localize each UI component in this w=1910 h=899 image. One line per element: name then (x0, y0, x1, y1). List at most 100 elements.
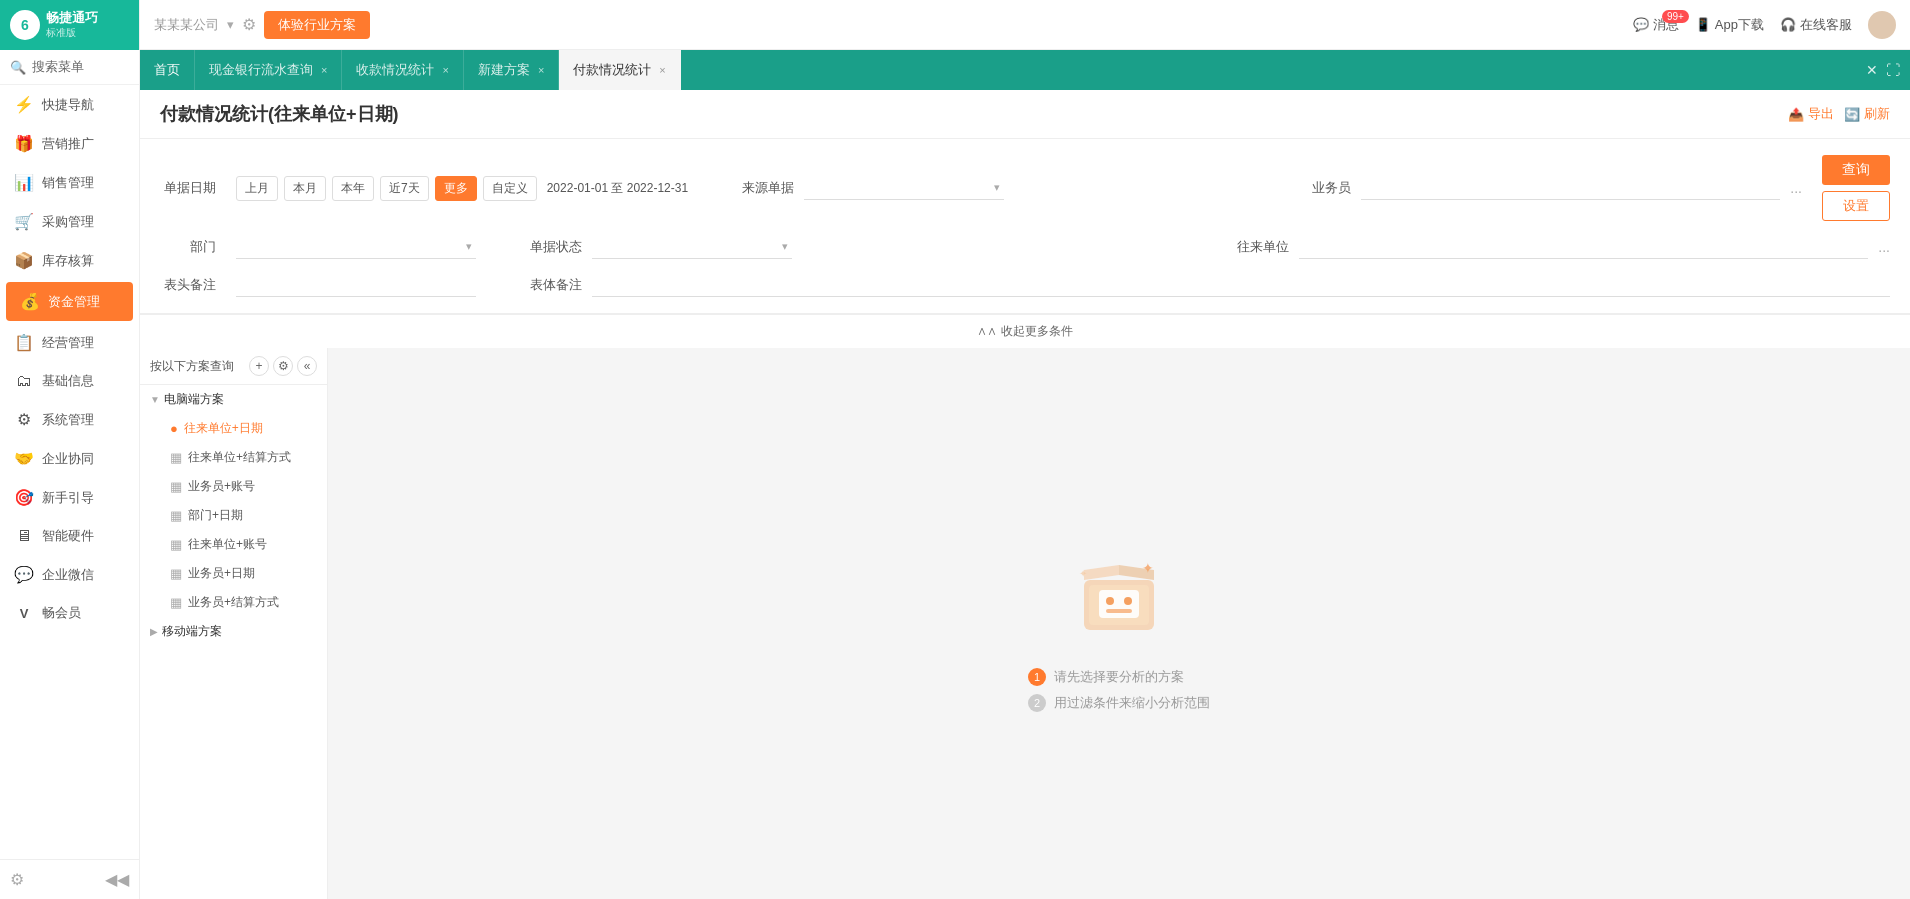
close-all-tabs-icon[interactable]: ✕ (1866, 62, 1878, 78)
salesman-ellipsis[interactable]: ... (1790, 180, 1802, 196)
scheme-item-counterpart-settle[interactable]: ▦ 往来单位+结算方式 (140, 443, 327, 472)
tab-bank-flow[interactable]: 现金银行流水查询 × (195, 50, 342, 90)
nav-icon-operations: 📋 (14, 333, 34, 352)
dept-select-wrapper: ▾ (236, 235, 476, 259)
counterpart-input[interactable] (1299, 235, 1868, 259)
logo-text-group: 畅捷通巧 标准版 (46, 10, 98, 41)
scheme-group-mobile[interactable]: ▶ 移动端方案 (140, 617, 327, 646)
industry-plan-button[interactable]: 体验行业方案 (264, 11, 370, 39)
tab-home[interactable]: 首页 (140, 50, 195, 90)
scheme-item-salesman-account[interactable]: ▦ 业务员+账号 (140, 472, 327, 501)
table-head-note-input[interactable] (236, 273, 476, 297)
refresh-button[interactable]: 🔄 刷新 (1844, 105, 1890, 123)
sidebar-search[interactable]: 🔍 搜索菜单 (0, 50, 139, 85)
sidebar-item-wechat[interactable]: 💬 企业微信 (0, 555, 139, 594)
export-button[interactable]: 📤 导出 (1788, 105, 1834, 123)
query-button[interactable]: 查询 (1822, 155, 1890, 185)
online-service-button[interactable]: 🎧 在线客服 (1780, 16, 1852, 34)
scheme-group-mobile-label: 移动端方案 (162, 623, 222, 640)
dropdown-icon[interactable]: ▾ (227, 17, 234, 32)
voucher-status-select[interactable] (592, 235, 792, 258)
nav-icon-quick: ⚡ (14, 95, 34, 114)
date-btn-custom[interactable]: 自定义 (483, 176, 537, 201)
collapse-icon: ∧∧ (977, 324, 997, 338)
dept-label: 部门 (160, 238, 216, 256)
source-voucher-select[interactable] (804, 176, 1004, 199)
sidebar-item-purchase[interactable]: 🛒 采购管理 (0, 202, 139, 241)
date-btn-7days[interactable]: 近7天 (380, 176, 429, 201)
tab-bank-flow-close[interactable]: × (321, 64, 327, 76)
nav-label-inventory: 库存核算 (42, 252, 94, 270)
scheme-item-label-counterpart-account: 往来单位+账号 (188, 536, 267, 553)
tab-bank-flow-label: 现金银行流水查询 (209, 61, 313, 79)
dept-select[interactable] (236, 235, 476, 258)
collapse-bar[interactable]: ∧∧ 收起更多条件 (140, 314, 1910, 348)
sidebar-item-basic-info[interactable]: 🗂 基础信息 (0, 362, 139, 400)
sidebar-nav: ⚡ 快捷导航 🎁 营销推广 📊 销售管理 🛒 采购管理 📦 库存核算 💰 资金管… (0, 85, 139, 859)
tip-num-1: 1 (1028, 668, 1046, 686)
topbar-settings-icon[interactable]: ⚙ (242, 15, 256, 34)
scheme-item-counterpart-account[interactable]: ▦ 往来单位+账号 (140, 530, 327, 559)
tip-text-1: 请先选择要分析的方案 (1054, 668, 1184, 686)
setting-button[interactable]: 设置 (1822, 191, 1890, 221)
scheme-settings-button[interactable]: ⚙ (273, 356, 293, 376)
empty-tip-2: 2 用过滤条件来缩小分析范围 (1028, 694, 1210, 712)
sidebar-item-member[interactable]: V 畅会员 (0, 594, 139, 632)
sidebar-item-sales[interactable]: 📊 销售管理 (0, 163, 139, 202)
nav-label-wechat: 企业微信 (42, 566, 94, 584)
search-icon: 🔍 (10, 60, 26, 75)
sidebar-item-system[interactable]: ⚙ 系统管理 (0, 400, 139, 439)
counterpart-ellipsis[interactable]: ... (1878, 239, 1890, 255)
scheme-item-label-counterpart-settle: 往来单位+结算方式 (188, 449, 291, 466)
content-area: 付款情况统计(往来单位+日期) 📤 导出 🔄 刷新 单据日期 上月 本月 (140, 90, 1910, 899)
sidebar-item-quick-nav[interactable]: ⚡ 快捷导航 (0, 85, 139, 124)
expand-tab-icon[interactable]: ⛶ (1886, 62, 1900, 78)
scheme-group-desktop[interactable]: ▼ 电脑端方案 (140, 385, 327, 414)
sidebar-item-marketing[interactable]: 🎁 营销推广 (0, 124, 139, 163)
nav-label-guide: 新手引导 (42, 489, 94, 507)
main-content-empty: ✦ ✦ 1 请先选择要分析的方案 2 用过滤条件来缩小分析范围 (328, 348, 1910, 899)
settings-icon[interactable]: ⚙ (10, 870, 24, 889)
sidebar-item-guide[interactable]: 🎯 新手引导 (0, 478, 139, 517)
scheme-group-arrow: ▼ (150, 394, 160, 405)
nav-icon-sales: 📊 (14, 173, 34, 192)
refresh-label: 刷新 (1864, 105, 1890, 123)
scheme-item-counterpart-date[interactable]: ● 往来单位+日期 (140, 414, 327, 443)
scheme-item-label-salesman-account: 业务员+账号 (188, 478, 255, 495)
nav-icon-finance: 💰 (20, 292, 40, 311)
date-btn-last-month[interactable]: 上月 (236, 176, 278, 201)
sidebar-item-operations[interactable]: 📋 经营管理 (0, 323, 139, 362)
sidebar-item-enterprise[interactable]: 🤝 企业协同 (0, 439, 139, 478)
date-btn-more[interactable]: 更多 (435, 176, 477, 201)
sidebar-item-inventory[interactable]: 📦 库存核算 (0, 241, 139, 280)
nav-label-system: 系统管理 (42, 411, 94, 429)
user-avatar[interactable] (1868, 11, 1896, 39)
scheme-item-salesman-settle[interactable]: ▦ 业务员+结算方式 (140, 588, 327, 617)
service-icon: 🎧 (1780, 17, 1796, 32)
collapse-scheme-button[interactable]: « (297, 356, 317, 376)
add-scheme-button[interactable]: + (249, 356, 269, 376)
tab-collection-close[interactable]: × (442, 64, 448, 76)
sidebar-item-finance[interactable]: 💰 资金管理 (6, 282, 133, 321)
scheme-header-buttons: + ⚙ « (249, 356, 317, 376)
sidebar-item-hardware[interactable]: 🖥 智能硬件 (0, 517, 139, 555)
scheme-item-icon-salesman-date: ▦ (170, 566, 182, 581)
add-scheme-icon: + (255, 359, 262, 373)
table-body-note-input[interactable] (592, 273, 1890, 297)
tab-collection-stats[interactable]: 收款情况统计 × (342, 50, 463, 90)
message-badge: 99+ (1662, 10, 1689, 23)
scheme-item-icon-salesman-settle: ▦ (170, 595, 182, 610)
collapse-sidebar-icon[interactable]: ◀◀ (105, 870, 129, 889)
message-button[interactable]: 💬 消息 99+ (1633, 16, 1679, 34)
tab-new-plan[interactable]: 新建方案 × (464, 50, 559, 90)
scheme-item-dept-date[interactable]: ▦ 部门+日期 (140, 501, 327, 530)
app-download-button[interactable]: 📱 App下载 (1695, 16, 1764, 34)
salesman-input[interactable] (1361, 176, 1780, 200)
date-btn-this-year[interactable]: 本年 (332, 176, 374, 201)
scheme-item-salesman-date[interactable]: ▦ 业务员+日期 (140, 559, 327, 588)
date-btn-this-month[interactable]: 本月 (284, 176, 326, 201)
scheme-item-icon-counterpart-date: ● (170, 421, 178, 436)
tab-new-plan-close[interactable]: × (538, 64, 544, 76)
tab-payment-stats[interactable]: 付款情况统计 × (559, 50, 680, 90)
tab-payment-close[interactable]: × (659, 64, 665, 76)
